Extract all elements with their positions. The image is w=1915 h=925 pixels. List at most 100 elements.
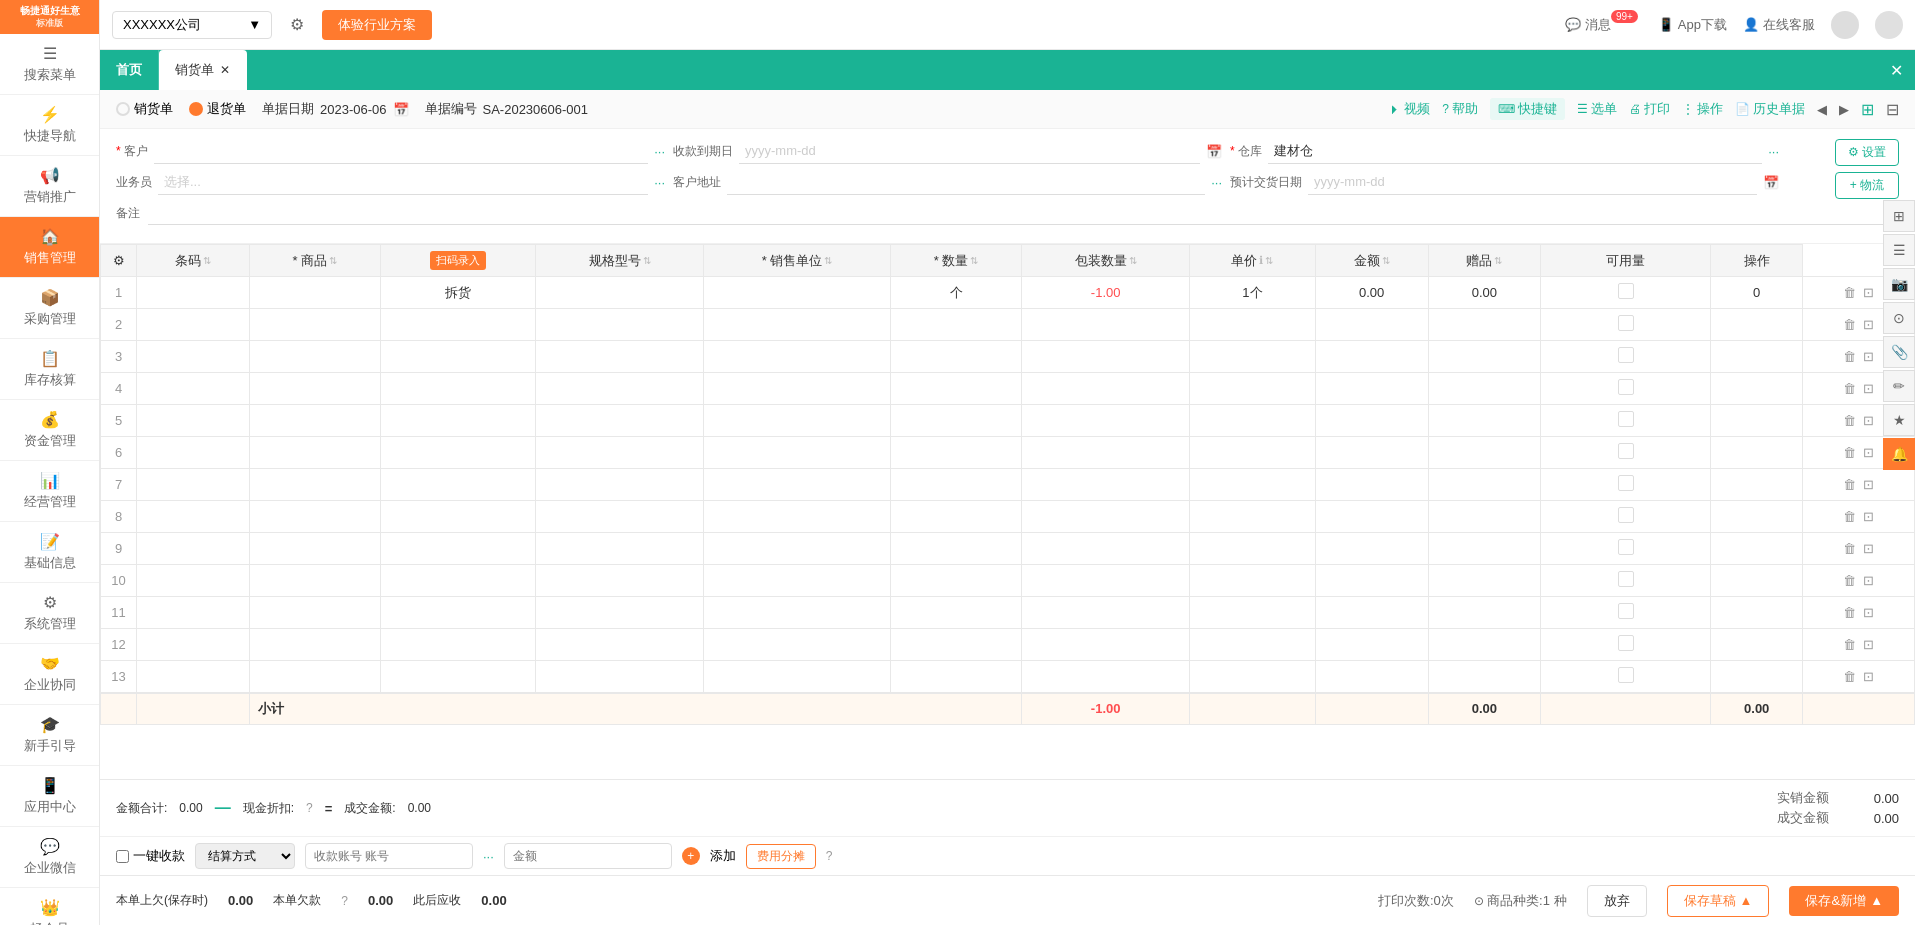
cell-unit[interactable] — [890, 629, 1021, 661]
cell-spec[interactable] — [704, 533, 891, 565]
cell-unit[interactable] — [890, 565, 1021, 597]
cell-amount[interactable] — [1428, 661, 1541, 693]
cell-goods[interactable] — [380, 629, 535, 661]
logistics-btn[interactable]: + 物流 — [1835, 172, 1899, 199]
cell-amount[interactable] — [1428, 629, 1541, 661]
goods-sort[interactable]: * 商品 ⇅ — [293, 252, 338, 270]
avatar[interactable] — [1831, 11, 1859, 39]
copy-icon[interactable]: ⊡ — [1863, 445, 1874, 460]
sidebar-item-sales[interactable]: 🏠 销售管理 — [0, 217, 99, 278]
video-link[interactable]: ⏵ 视频 — [1389, 100, 1430, 118]
cell-qty[interactable] — [1022, 437, 1190, 469]
cell-goods[interactable] — [380, 597, 535, 629]
rf-btn-7[interactable]: ★ — [1883, 404, 1915, 436]
cell-pkg-qty[interactable] — [1190, 469, 1316, 501]
delete-icon[interactable]: 🗑 — [1843, 317, 1856, 332]
cell-barcode[interactable] — [249, 309, 380, 341]
cell-spec[interactable] — [704, 309, 891, 341]
cell-pkg-qty[interactable] — [1190, 565, 1316, 597]
sidebar-item-wechat[interactable]: 💬 企业微信 — [0, 827, 99, 888]
cell-pkg-qty[interactable] — [1190, 533, 1316, 565]
due-date-cal-icon[interactable]: 📅 — [1206, 144, 1222, 159]
cell-gift[interactable] — [1541, 565, 1711, 597]
radio-return[interactable]: 退货单 — [189, 100, 246, 118]
cal-icon[interactable]: 📅 — [393, 102, 409, 117]
cell-price[interactable]: 0.00 — [1315, 277, 1428, 309]
cell-barcode[interactable] — [249, 437, 380, 469]
salesman-input[interactable]: 选择... — [158, 170, 648, 195]
cell-price[interactable] — [1315, 373, 1428, 405]
rf-btn-6[interactable]: ✏ — [1883, 370, 1915, 402]
cell-gift[interactable] — [1541, 341, 1711, 373]
customer-input[interactable] — [154, 140, 648, 164]
delete-icon[interactable]: 🗑 — [1843, 445, 1856, 460]
cell-unit[interactable] — [890, 437, 1021, 469]
account-dots[interactable]: ··· — [483, 849, 494, 864]
copy-icon[interactable]: ⊡ — [1863, 637, 1874, 652]
cell-price[interactable] — [1315, 629, 1428, 661]
cell-spec[interactable] — [704, 469, 891, 501]
copy-icon[interactable]: ⊡ — [1863, 413, 1874, 428]
settings-btn[interactable]: ⚙ 设置 — [1835, 139, 1899, 166]
cell-pkg-qty[interactable] — [1190, 373, 1316, 405]
sidebar-item-apps[interactable]: 📱 应用中心 — [0, 766, 99, 827]
sidebar-item-member[interactable]: 👑 畅会员 — [0, 888, 99, 925]
sidebar-item-marketing[interactable]: 📢 营销推广 — [0, 156, 99, 217]
cell-unit[interactable] — [890, 469, 1021, 501]
delete-icon[interactable]: 🗑 — [1843, 509, 1856, 524]
cell-gift[interactable] — [1541, 597, 1711, 629]
operate-link[interactable]: ⋮ 操作 — [1682, 100, 1723, 118]
cell-price[interactable] — [1315, 437, 1428, 469]
cell-price[interactable] — [1315, 309, 1428, 341]
cell-barcode[interactable] — [249, 373, 380, 405]
cell-unit[interactable] — [890, 533, 1021, 565]
cell-spec[interactable] — [704, 629, 891, 661]
cell-pkg-qty[interactable] — [1190, 405, 1316, 437]
add-payment-btn[interactable]: + — [682, 847, 700, 865]
tab-sales[interactable]: 销货单 ✕ — [159, 50, 247, 90]
select-link[interactable]: ☰ 选单 — [1577, 100, 1617, 118]
cell-pkg-qty[interactable]: 1个 — [1190, 277, 1316, 309]
delete-icon[interactable]: 🗑 — [1843, 349, 1856, 364]
cell-unit[interactable] — [890, 309, 1021, 341]
close-window-icon[interactable]: ✕ — [1890, 61, 1903, 80]
remark-input[interactable] — [148, 201, 1899, 225]
cell-qty[interactable] — [1022, 341, 1190, 373]
fenyong-btn[interactable]: 费用分摊 — [746, 844, 816, 869]
cell-amount[interactable] — [1428, 533, 1541, 565]
cell-barcode[interactable] — [249, 405, 380, 437]
customer-addr-dots[interactable]: ··· — [1211, 175, 1222, 190]
cash-discount-help[interactable]: ? — [306, 801, 313, 815]
delete-icon[interactable]: 🗑 — [1843, 413, 1856, 428]
sidebar-item-guide[interactable]: 🎓 新手引导 — [0, 705, 99, 766]
cell-qty[interactable] — [1022, 629, 1190, 661]
cell-price[interactable] — [1315, 597, 1428, 629]
cell-amount[interactable]: 0.00 — [1428, 277, 1541, 309]
tab-close-icon[interactable]: ✕ — [220, 63, 230, 77]
save-new-btn[interactable]: 保存&新增 ▲ — [1789, 886, 1899, 916]
rf-btn-8[interactable]: 🔔 — [1883, 438, 1915, 470]
cell-qty[interactable] — [1022, 661, 1190, 693]
cell-qty[interactable] — [1022, 565, 1190, 597]
cell-barcode[interactable] — [249, 277, 380, 309]
list-view-icon[interactable]: ⊞ — [1861, 100, 1874, 119]
warehouse-dots[interactable]: ··· — [1768, 144, 1779, 159]
copy-icon[interactable]: ⊡ — [1863, 605, 1874, 620]
cell-unit[interactable] — [890, 501, 1021, 533]
cell-barcode[interactable] — [249, 661, 380, 693]
th-settings[interactable]: ⚙ — [101, 245, 137, 277]
cell-amount[interactable] — [1428, 501, 1541, 533]
cell-goods[interactable] — [380, 565, 535, 597]
cell-unit[interactable] — [890, 405, 1021, 437]
avatar-extra[interactable] — [1875, 11, 1903, 39]
cell-spec[interactable] — [704, 661, 891, 693]
cell-price[interactable] — [1315, 501, 1428, 533]
cell-spec[interactable] — [704, 597, 891, 629]
cell-goods[interactable]: 拆货 — [380, 277, 535, 309]
delete-icon[interactable]: 🗑 — [1843, 477, 1856, 492]
cell-qty[interactable] — [1022, 373, 1190, 405]
copy-icon[interactable]: ⊡ — [1863, 573, 1874, 588]
rf-btn-2[interactable]: ☰ — [1883, 234, 1915, 266]
cell-qty[interactable] — [1022, 309, 1190, 341]
cell-barcode[interactable] — [249, 565, 380, 597]
